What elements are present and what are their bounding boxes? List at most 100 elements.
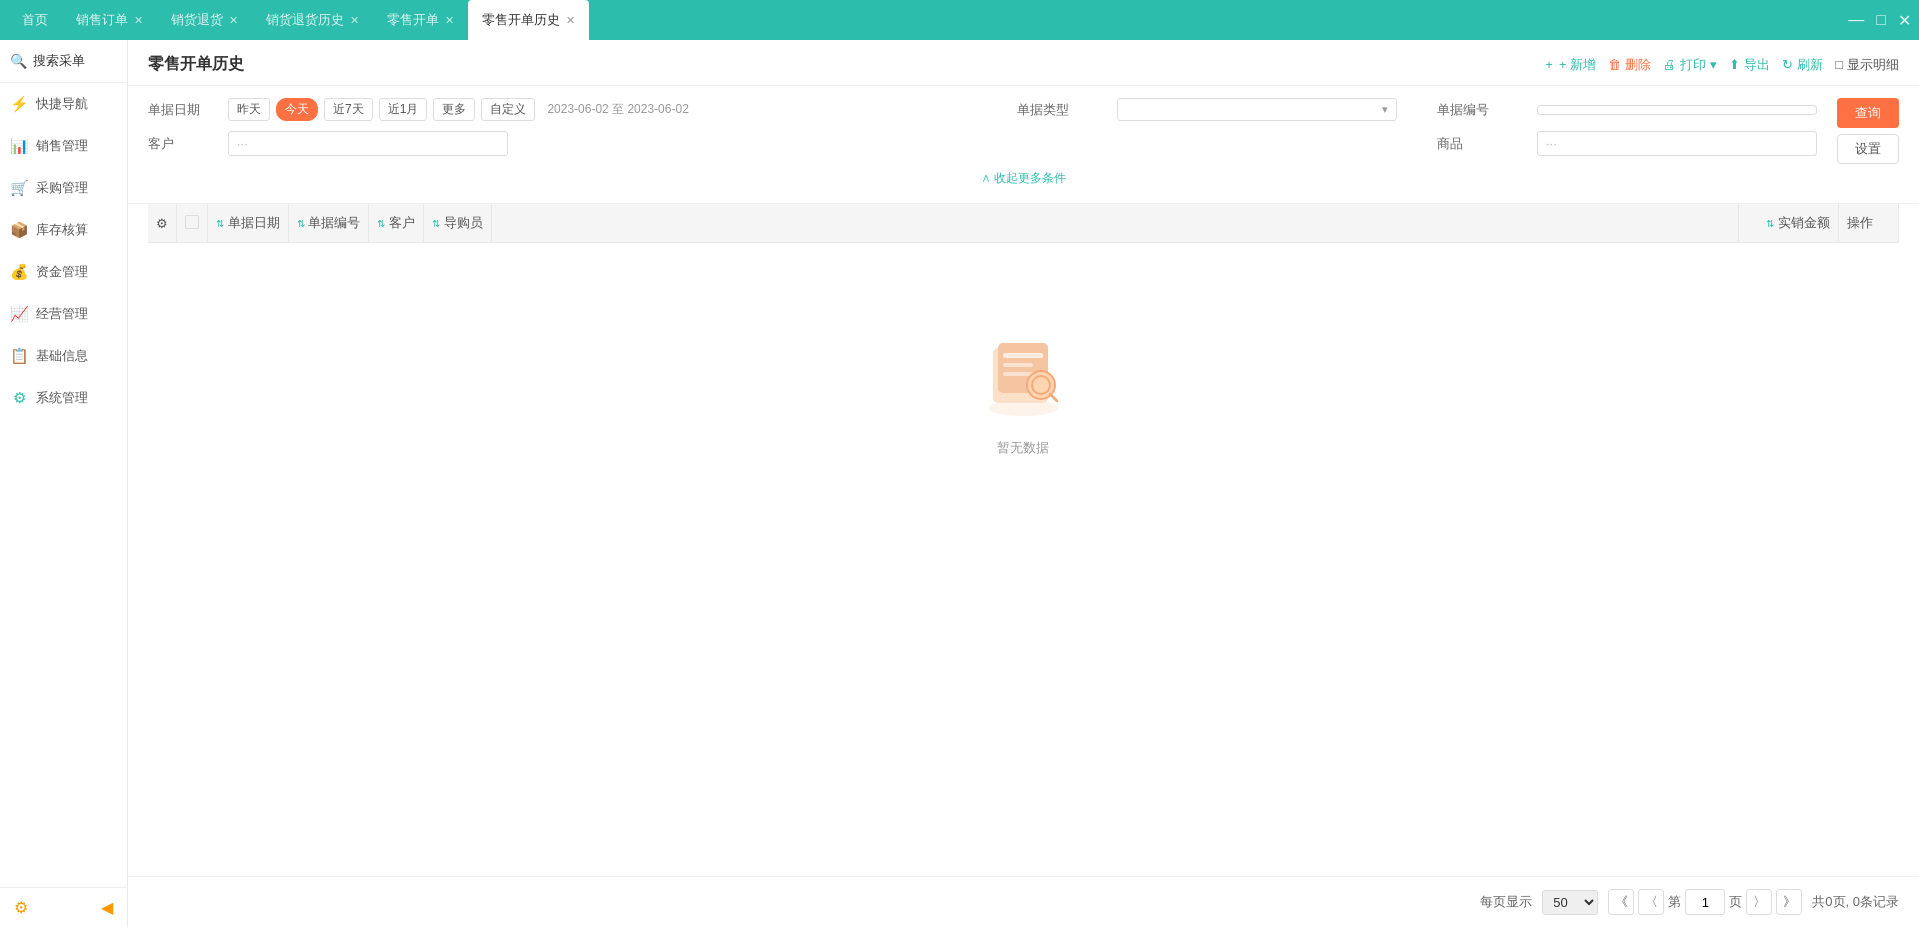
- date-btn-1month[interactable]: 近1月: [379, 98, 428, 121]
- sidebar-item-system-mgmt[interactable]: ⚙ 系统管理: [0, 377, 127, 419]
- column-amount[interactable]: ⇅ 实销金额: [1739, 204, 1839, 243]
- goods-filter-label: 商品: [1437, 135, 1497, 153]
- page-header: 零售开单历史 + + 新增 🗑 删除 🖨 打印 ▾ ⬆ 导出: [128, 40, 1919, 86]
- add-button[interactable]: + + 新增: [1545, 56, 1596, 74]
- select-arrow-icon: ▾: [1382, 103, 1388, 116]
- date-filter-label: 单据日期: [148, 101, 208, 119]
- prev-page-button[interactable]: 〈: [1638, 889, 1664, 915]
- date-btn-more[interactable]: 更多: [433, 98, 475, 121]
- column-checkbox[interactable]: [177, 204, 208, 243]
- next-page-button[interactable]: 〉: [1746, 889, 1772, 915]
- sidebar-item-basic-info[interactable]: 📋 基础信息: [0, 335, 127, 377]
- inventory-icon: 📦: [10, 221, 28, 239]
- column-number[interactable]: ⇅ 单据编号: [288, 204, 369, 243]
- date-btn-yesterday[interactable]: 昨天: [228, 98, 270, 121]
- query-button[interactable]: 查询: [1837, 98, 1899, 128]
- date-btn-7days[interactable]: 近7天: [324, 98, 373, 121]
- tab-home[interactable]: 首页: [8, 0, 62, 40]
- goods-filter-input[interactable]: ···: [1537, 131, 1817, 156]
- close-icon[interactable]: ✕: [134, 14, 143, 27]
- page-label: 第: [1668, 893, 1681, 911]
- top-navigation: 首页 销售订单 ✕ 销货退货 ✕ 销货退货历史 ✕ 零售开单 ✕ 零售开单历史 …: [0, 0, 1919, 40]
- per-page-label: 每页显示: [1480, 893, 1532, 911]
- first-page-button[interactable]: 《: [1608, 889, 1634, 915]
- delete-button[interactable]: 🗑 删除: [1608, 56, 1651, 74]
- purchase-icon: 🛒: [10, 179, 28, 197]
- checkbox-icon: □: [1835, 57, 1843, 72]
- number-filter-label: 单据编号: [1437, 101, 1497, 119]
- prev-page-icon: 〈: [1645, 893, 1658, 911]
- search-icon: 🔍: [10, 53, 27, 69]
- first-page-icon: 《: [1615, 893, 1628, 911]
- next-page-icon: 〉: [1753, 893, 1766, 911]
- sort-icon: ⇅: [432, 218, 440, 229]
- tab-retail-open-history[interactable]: 零售开单历史 ✕: [468, 0, 589, 40]
- sidebar-item-operations[interactable]: 📈 经营管理: [0, 293, 127, 335]
- sidebar-item-quick-nav[interactable]: ⚡ 快捷导航: [0, 83, 127, 125]
- sidebar-search[interactable]: 🔍 搜索采单: [0, 40, 127, 83]
- tab-sales-return-history[interactable]: 销货退货历史 ✕: [252, 0, 373, 40]
- sort-icon: ⇅: [377, 218, 385, 229]
- sidebar-bottom: ⚙ ◀: [0, 887, 127, 927]
- close-icon[interactable]: ✕: [229, 14, 238, 27]
- empty-state: 暂无数据: [148, 243, 1899, 537]
- main-layout: 🔍 搜索采单 ⚡ 快捷导航 📊 销售管理 🛒 采购管理 📦 库存核算 💰 资金管…: [0, 40, 1919, 927]
- page-navigation: 《 〈 第 页 〉 》: [1608, 889, 1802, 915]
- type-filter-select[interactable]: ▾: [1117, 98, 1397, 121]
- close-icon[interactable]: ✕: [350, 14, 359, 27]
- data-table: ⚙ ⇅ 单据日期 ⇅ 单据编号: [148, 204, 1899, 537]
- display-detail-button[interactable]: □ 显示明细: [1835, 56, 1899, 74]
- last-page-button[interactable]: 》: [1776, 889, 1802, 915]
- last-page-icon: 》: [1783, 893, 1796, 911]
- close-icon[interactable]: ✕: [445, 14, 454, 27]
- column-customer[interactable]: ⇅ 客户: [369, 204, 424, 243]
- sales-icon: 📊: [10, 137, 28, 155]
- sidebar-item-sales-mgmt[interactable]: 📊 销售管理: [0, 125, 127, 167]
- filter-area: 单据日期 昨天 今天 近7天 近1月 更多 自定义 2023-06-02 至 2…: [128, 86, 1919, 204]
- export-button[interactable]: ⬆ 导出: [1729, 56, 1770, 74]
- collapse-filter-button[interactable]: ∧ 收起更多条件: [981, 170, 1066, 187]
- table-settings-icon[interactable]: ⚙: [156, 216, 168, 231]
- date-btn-today[interactable]: 今天: [276, 98, 318, 121]
- date-btn-custom[interactable]: 自定义: [481, 98, 535, 121]
- pagination: 每页显示 50 10 20 100 《 〈 第 页 〉: [128, 876, 1919, 927]
- finance-icon: 💰: [10, 263, 28, 281]
- print-button[interactable]: 🖨 打印 ▾: [1663, 56, 1717, 74]
- column-guide[interactable]: ⇅ 导购员: [423, 204, 491, 243]
- minimize-icon[interactable]: —: [1848, 11, 1864, 30]
- sidebar-item-inventory[interactable]: 📦 库存核算: [0, 209, 127, 251]
- quick-nav-icon: ⚡: [10, 95, 28, 113]
- page-number-input[interactable]: [1685, 889, 1725, 915]
- svg-rect-4: [1003, 363, 1033, 367]
- empty-text: 暂无数据: [997, 439, 1049, 457]
- date-range-display: 2023-06-02 至 2023-06-02: [547, 101, 688, 118]
- tab-retail-open[interactable]: 零售开单 ✕: [373, 0, 468, 40]
- sidebar-item-purchase-mgmt[interactable]: 🛒 采购管理: [0, 167, 127, 209]
- tab-sales-return[interactable]: 销货退货 ✕: [157, 0, 252, 40]
- filter-row-date: 单据日期 昨天 今天 近7天 近1月 更多 自定义 2023-06-02 至 2…: [148, 98, 1817, 121]
- page-title: 零售开单历史: [148, 54, 244, 75]
- customer-filter-input[interactable]: ···: [228, 131, 508, 156]
- refresh-icon: ↻: [1782, 57, 1793, 72]
- close-window-icon[interactable]: ✕: [1898, 11, 1911, 30]
- table-header: ⚙ ⇅ 单据日期 ⇅ 单据编号: [148, 204, 1899, 243]
- per-page-select[interactable]: 50 10 20 100: [1542, 890, 1598, 915]
- sort-icon: ⇅: [216, 218, 224, 229]
- total-info: 共0页, 0条记录: [1812, 893, 1899, 911]
- number-filter-input[interactable]: [1537, 105, 1817, 115]
- column-date[interactable]: ⇅ 单据日期: [208, 204, 289, 243]
- print-icon: 🖨: [1663, 57, 1676, 72]
- refresh-button[interactable]: ↻ 刷新: [1782, 56, 1823, 74]
- sort-icon: ⇅: [1766, 218, 1774, 229]
- maximize-icon[interactable]: □: [1876, 11, 1886, 30]
- column-settings[interactable]: ⚙: [148, 204, 177, 243]
- sidebar-item-finance[interactable]: 💰 资金管理: [0, 251, 127, 293]
- collapse-sidebar-icon[interactable]: ◀: [101, 898, 113, 917]
- system-icon: ⚙: [10, 389, 28, 407]
- close-icon[interactable]: ✕: [566, 14, 575, 27]
- select-all-checkbox[interactable]: [185, 215, 199, 229]
- bottom-gear-icon[interactable]: ⚙: [14, 898, 28, 917]
- empty-illustration: [973, 323, 1073, 423]
- tab-sales-order[interactable]: 销售订单 ✕: [62, 0, 157, 40]
- filter-settings-button[interactable]: 设置: [1837, 134, 1899, 164]
